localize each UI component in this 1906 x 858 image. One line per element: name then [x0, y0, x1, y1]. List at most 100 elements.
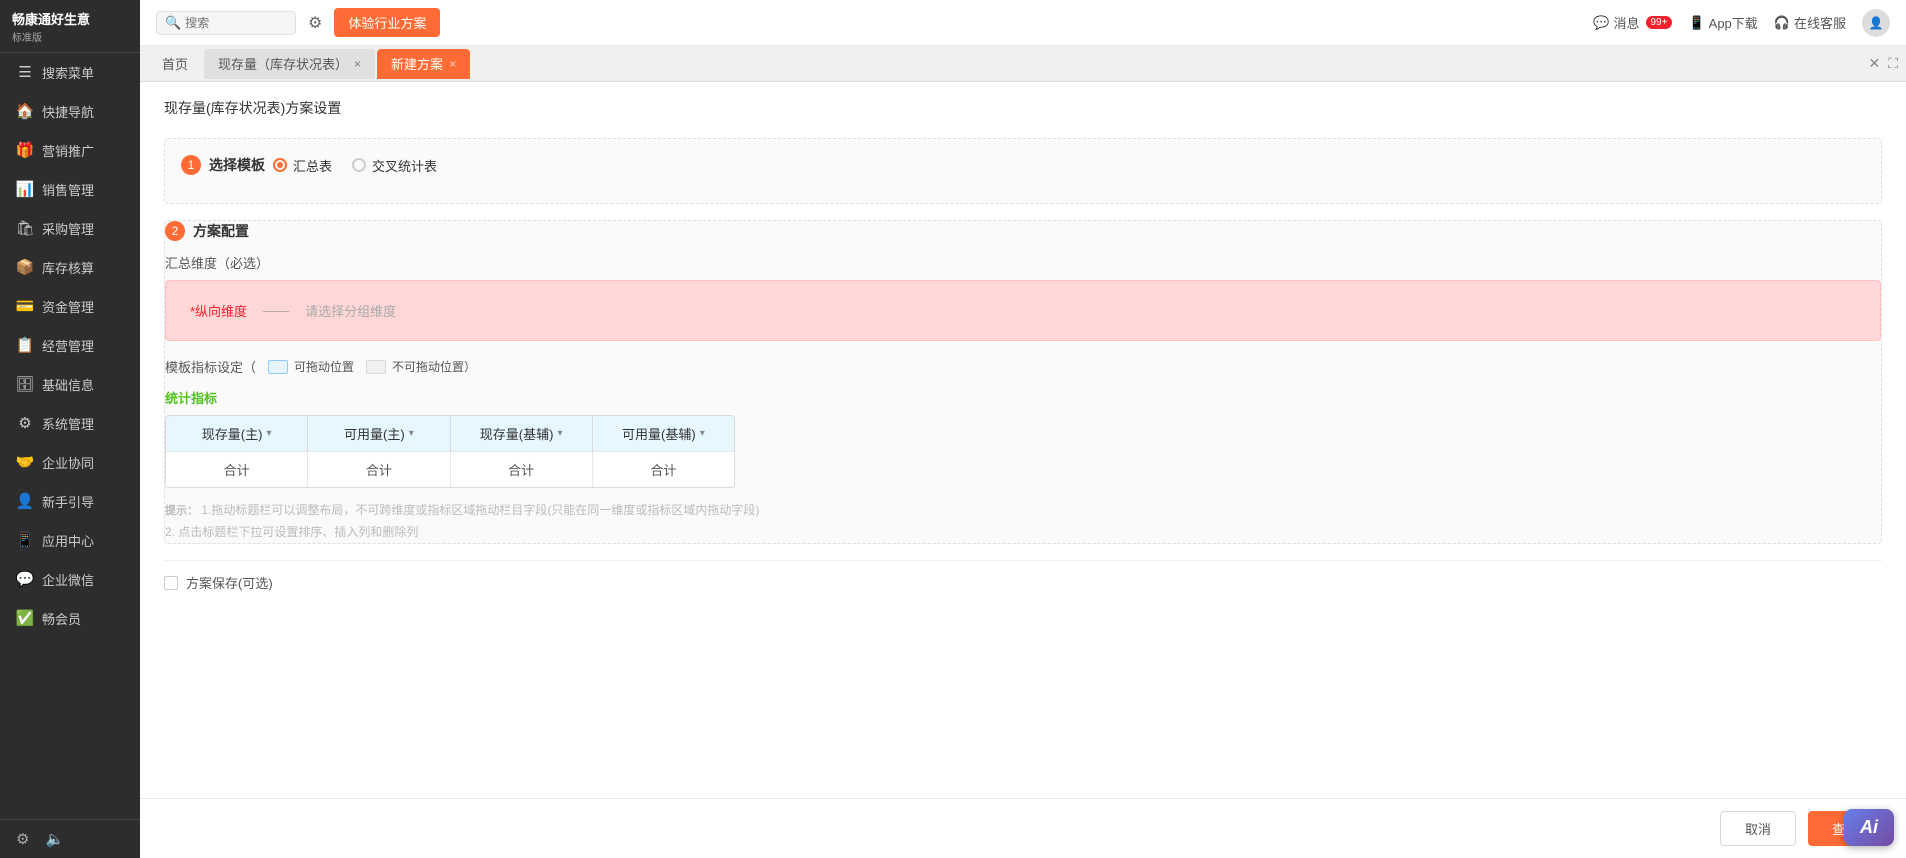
online-service-label: 在线客服 — [1794, 13, 1846, 32]
sound-icon[interactable]: 🔈 — [45, 830, 64, 848]
dimension-area[interactable]: *纵向维度 —— 请选择分组维度 — [165, 280, 1881, 341]
online-service-item[interactable]: 🎧 在线客服 — [1774, 13, 1846, 32]
sidebar-item-member[interactable]: ✅ 畅会员 — [0, 599, 140, 638]
expand-window-icon[interactable]: ⛶ — [1888, 55, 1898, 72]
sidebar-item-label: 销售管理 — [42, 180, 94, 199]
sidebar-item-new-guide[interactable]: 👤 新手引导 — [0, 482, 140, 521]
indicator-draggable-item: 可拖动位置 — [268, 358, 354, 375]
sidebar-item-label: 应用中心 — [42, 531, 94, 550]
sidebar: 畅康通好生意 标准版 ☰ 搜索菜单 🏠 快捷导航 🎁 营销推广 📊 销售管理 🛍… — [0, 0, 140, 858]
sidebar-item-basic-info[interactable]: 🗄 基础信息 — [0, 365, 140, 404]
radio-cross-circle — [352, 158, 366, 172]
header-label-0: 现存量(主) — [202, 424, 263, 443]
table-header-3[interactable]: 可用量(基辅) ▾ — [593, 416, 734, 451]
sidebar-item-finance[interactable]: 💳 资金管理 — [0, 287, 140, 326]
search-icon: 🔍 — [165, 15, 181, 31]
radio-summary-label: 汇总表 — [293, 156, 332, 175]
not-draggable-box — [366, 360, 386, 374]
settings-gear-icon[interactable]: ⚙ — [308, 13, 322, 33]
radio-summary-circle — [273, 158, 287, 172]
settings-icon[interactable]: ⚙ — [16, 830, 29, 848]
avatar[interactable]: 👤 — [1862, 9, 1890, 37]
sidebar-item-sales[interactable]: 📊 销售管理 — [0, 170, 140, 209]
sidebar-item-quick-nav[interactable]: 🏠 快捷导航 — [0, 92, 140, 131]
radio-cross[interactable]: 交叉统计表 — [352, 156, 437, 175]
trial-btn[interactable]: 体验行业方案 — [334, 8, 440, 37]
sidebar-item-app-center[interactable]: 📱 应用中心 — [0, 521, 140, 560]
tab-new-plan-close-icon[interactable]: × — [449, 57, 456, 71]
footer-bar: 取消 查询 — [140, 798, 1906, 858]
save-row: 方案保存(可选) — [164, 560, 1882, 604]
sidebar-item-wechat[interactable]: 💬 企业微信 — [0, 560, 140, 599]
summary-dimension-label: 汇总维度（必选） — [165, 253, 1881, 272]
search-input[interactable] — [185, 16, 285, 30]
step2-header: 2 方案配置 — [165, 221, 1881, 241]
app-center-icon: 📱 — [16, 531, 34, 549]
app-download-item[interactable]: 📱 App下载 — [1688, 13, 1757, 32]
chevron-down-icon-2: ▾ — [557, 428, 562, 439]
sidebar-item-search-menu[interactable]: ☰ 搜索菜单 — [0, 53, 140, 92]
sidebar-item-inventory[interactable]: 📦 库存核算 — [0, 248, 140, 287]
sidebar-item-label: 搜索菜单 — [42, 63, 94, 82]
tab-close-icon[interactable]: × — [354, 57, 361, 71]
tab-home[interactable]: 首页 — [148, 49, 202, 79]
sidebar-item-label: 经营管理 — [42, 336, 94, 355]
sidebar-item-label: 畅会员 — [42, 609, 81, 628]
sidebar-item-label: 营销推广 — [42, 141, 94, 160]
cancel-button[interactable]: 取消 — [1720, 811, 1796, 846]
radio-summary[interactable]: 汇总表 — [273, 156, 332, 175]
sales-icon: 📊 — [16, 180, 34, 198]
search-box[interactable]: 🔍 — [156, 11, 296, 35]
sidebar-item-enterprise[interactable]: 🤝 企业协同 — [0, 443, 140, 482]
step1-title: 选择模板 — [209, 155, 265, 175]
close-window-icon[interactable]: ✕ — [1868, 55, 1880, 72]
cell-0-0: 合计 — [166, 452, 308, 487]
sidebar-item-operations[interactable]: 📋 经营管理 — [0, 326, 140, 365]
messages-badge: 99+ — [1646, 16, 1673, 29]
enterprise-icon: 🤝 — [16, 453, 34, 471]
save-label: 方案保存(可选) — [186, 573, 273, 592]
gift-icon: 🎁 — [16, 141, 34, 159]
tab-inventory-label: 现存量（库存状况表） — [218, 54, 348, 73]
save-checkbox[interactable] — [164, 576, 178, 590]
sidebar-item-label: 资金管理 — [42, 297, 94, 316]
messages-item[interactable]: 💬 消息 99+ — [1593, 13, 1672, 32]
sidebar-item-label: 快捷导航 — [42, 102, 94, 121]
system-icon: ⚙ — [16, 414, 34, 432]
topbar-right: 💬 消息 99+ 📱 App下载 🎧 在线客服 👤 — [1593, 9, 1890, 37]
topbar: 🔍 ⚙ 体验行业方案 💬 消息 99+ 📱 App下载 🎧 在线客服 👤 — [140, 0, 1906, 46]
header-label-1: 可用量(主) — [344, 424, 405, 443]
not-draggable-label: 不可拖动位置） — [392, 358, 476, 375]
tip-1: 提示： 1.拖动标题栏可以调整布局，不可跨维度或指标区域拖动栏目字段(只能在同一… — [165, 500, 1881, 522]
app-logo: 畅康通好生意 标准版 — [0, 0, 140, 53]
tips-area: 提示： 1.拖动标题栏可以调整布局，不可跨维度或指标区域拖动栏目字段(只能在同一… — [165, 500, 1881, 543]
cell-0-1: 合计 — [308, 452, 450, 487]
tab-new-plan[interactable]: 新建方案 × — [377, 49, 470, 79]
sidebar-item-purchase[interactable]: 🛍 采购管理 — [0, 209, 140, 248]
tab-inventory-status[interactable]: 现存量（库存状况表） × — [204, 49, 375, 79]
table-header-2[interactable]: 现存量(基辅) ▾ — [451, 416, 593, 451]
app-download-label: App下载 — [1709, 13, 1758, 32]
chevron-down-icon-0: ▾ — [266, 428, 271, 439]
page-title: 现存量(库存状况表)方案设置 — [164, 98, 1882, 118]
inventory-icon: 📦 — [16, 258, 34, 276]
step2-title: 方案配置 — [193, 221, 249, 241]
sidebar-item-marketing[interactable]: 🎁 营销推广 — [0, 131, 140, 170]
table-header-0[interactable]: 现存量(主) ▾ — [166, 416, 308, 451]
tabs-bar: 首页 现存量（库存状况表） × 新建方案 × ✕ ⛶ — [140, 46, 1906, 82]
tab-new-plan-label: 新建方案 — [391, 54, 443, 73]
radio-cross-label: 交叉统计表 — [372, 156, 437, 175]
messages-label: 消息 — [1613, 13, 1639, 32]
step1-section: 1 选择模板 汇总表 交叉统计表 — [164, 138, 1882, 204]
table-header-row: 现存量(主) ▾ 可用量(主) ▾ 现存量(基辅) ▾ 可用量(基辅) ▾ — [166, 416, 734, 451]
chevron-down-icon-3: ▾ — [700, 428, 705, 439]
table-header-1[interactable]: 可用量(主) ▾ — [308, 416, 450, 451]
sidebar-item-label: 采购管理 — [42, 219, 94, 238]
phone-icon: 📱 — [1688, 15, 1704, 31]
sidebar-item-system[interactable]: ⚙ 系统管理 — [0, 404, 140, 443]
draggable-box — [268, 360, 288, 374]
purchase-icon: 🛍 — [16, 219, 34, 237]
ai-float-button[interactable]: Ai — [1844, 809, 1894, 846]
stats-title: 统计指标 — [165, 388, 1881, 407]
sidebar-nav: ☰ 搜索菜单 🏠 快捷导航 🎁 营销推广 📊 销售管理 🛍 采购管理 📦 库存核… — [0, 53, 140, 819]
